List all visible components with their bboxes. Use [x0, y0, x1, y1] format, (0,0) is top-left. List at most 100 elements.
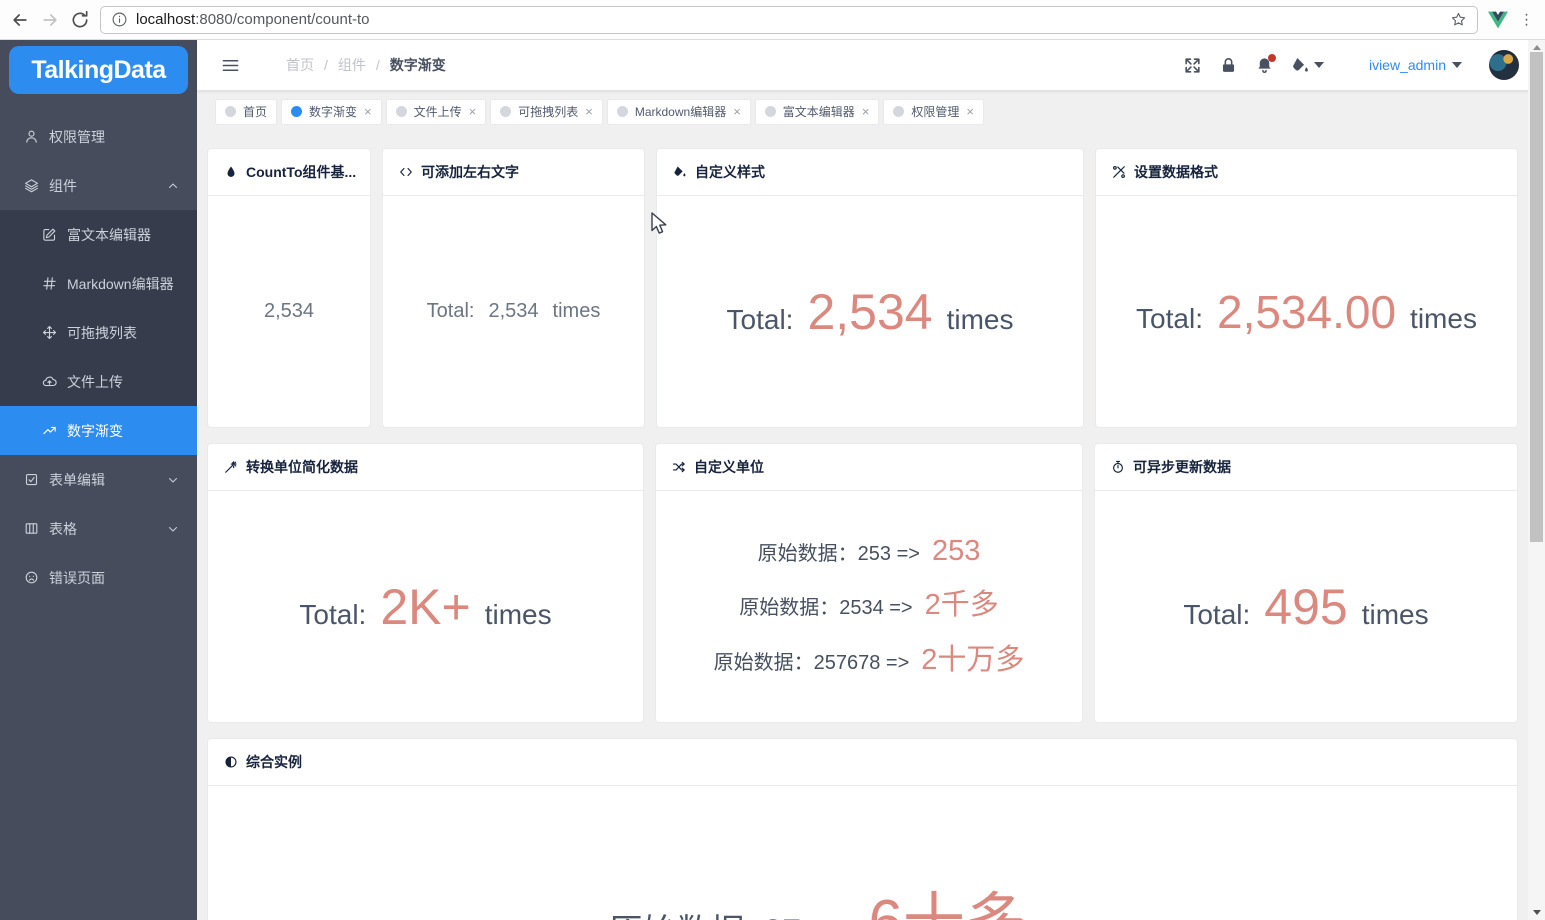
- tag-dot: [616, 106, 628, 117]
- tag-close-icon[interactable]: ×: [862, 105, 870, 118]
- sidebar-item-permission[interactable]: 权限管理: [0, 112, 197, 161]
- lock-icon[interactable]: [1219, 56, 1238, 75]
- refresh-icon[interactable]: [70, 10, 90, 30]
- compose-icon: [43, 228, 56, 241]
- count-prefix: Total:: [1136, 302, 1203, 334]
- hamburger-icon[interactable]: [221, 56, 240, 75]
- card-data-format: 设置数据格式 Total: 2,534.00 times: [1095, 148, 1518, 428]
- browser-chrome: localhost:8080/component/count-to: [0, 0, 1545, 40]
- sidebar-item-markdown-editor[interactable]: Markdown编辑器: [0, 259, 197, 308]
- browser-menu-icon[interactable]: [1518, 11, 1535, 28]
- tag-draggable-list[interactable]: 可拖拽列表 ×: [490, 98, 603, 125]
- tag-close-icon[interactable]: ×: [585, 105, 593, 118]
- sidebar-item-rich-text-editor[interactable]: 富文本编辑器: [0, 210, 197, 259]
- tag-rich-text-editor[interactable]: 富文本编辑器 ×: [754, 98, 880, 125]
- unit-demo-line: 原始数据：253 => 253: [758, 535, 981, 568]
- tag-count-to[interactable]: 数字渐变 ×: [281, 98, 382, 125]
- tag-close-icon[interactable]: ×: [364, 105, 372, 118]
- card-title: 可异步更新数据: [1133, 459, 1231, 475]
- tag-close-icon[interactable]: ×: [469, 105, 477, 118]
- code-icon: [400, 167, 412, 177]
- sidebar-item-error-pages[interactable]: 错误页面: [0, 553, 197, 602]
- card-header: CountTo组件基...: [208, 149, 370, 196]
- converted-value: 2十万多: [921, 644, 1025, 676]
- tag-close-icon[interactable]: ×: [966, 105, 974, 118]
- theme-switcher[interactable]: [1291, 56, 1324, 75]
- talkingdata-logo[interactable]: TalkingData: [9, 46, 188, 94]
- tag-label: 富文本编辑器: [782, 105, 855, 119]
- breadcrumb: 首页 / 组件 / 数字渐变: [286, 55, 446, 75]
- paint-bucket-icon: [1293, 57, 1308, 72]
- sidebar-item-label: 表单编辑: [49, 471, 105, 488]
- fullscreen-icon[interactable]: [1183, 56, 1202, 75]
- card-body: Total: 2,534 times: [657, 196, 1083, 427]
- count-value: 2,534: [807, 283, 933, 340]
- card-left-right-text: 可添加左右文字 Total: 2,534 times: [382, 148, 645, 428]
- breadcrumb-home[interactable]: 首页: [286, 55, 314, 75]
- breadcrumb-components[interactable]: 组件: [338, 55, 366, 75]
- unit-demo-line: 原始数据：2534 => 2千多: [739, 581, 999, 623]
- card-header: 综合实例: [208, 739, 1517, 786]
- count-value: 2,534.00: [1216, 285, 1397, 338]
- top-header: 首页 / 组件 / 数字渐变 iview_admin: [197, 40, 1545, 90]
- user-menu[interactable]: iview_admin: [1369, 57, 1462, 73]
- sidebar-item-file-upload[interactable]: 文件上传: [0, 357, 197, 406]
- notifications[interactable]: [1255, 53, 1276, 75]
- header-actions: iview_admin: [1183, 50, 1519, 80]
- bookmark-star-icon[interactable]: [1450, 11, 1467, 28]
- count-value: 2K+: [380, 578, 471, 635]
- tag-home[interactable]: 首页: [215, 98, 278, 125]
- back-icon[interactable]: [10, 10, 30, 30]
- unit-demo-line: 原始数据：257678 => 2十万多: [714, 636, 1025, 678]
- person-icon: [26, 130, 37, 143]
- sidebar-item-draggable-list[interactable]: 可拖拽列表: [0, 308, 197, 357]
- card-header: 可异步更新数据: [1095, 444, 1517, 491]
- caret-down-icon: [1313, 62, 1324, 68]
- card-title: 自定义样式: [695, 164, 765, 180]
- info-icon[interactable]: [111, 11, 128, 28]
- tag-markdown-editor[interactable]: Markdown编辑器 ×: [606, 98, 751, 125]
- scrollbar-thumb[interactable]: [1530, 52, 1543, 542]
- url-text[interactable]: localhost:8080/component/count-to: [136, 11, 370, 29]
- trending-up-icon: [43, 426, 56, 435]
- paint-bucket-icon: [674, 166, 686, 177]
- address-bar[interactable]: localhost:8080/component/count-to: [100, 5, 1478, 34]
- card-count-to-basic: CountTo组件基... 2,534: [207, 148, 371, 428]
- page-content: CountTo组件基... 2,534 可添加左右文字 Total: 2,534…: [197, 133, 1545, 920]
- tag-file-upload[interactable]: 文件上传 ×: [385, 98, 487, 125]
- tag-label: 可拖拽列表: [518, 105, 579, 119]
- sidebar-item-label: 权限管理: [49, 128, 105, 145]
- tag-dot: [395, 106, 407, 117]
- sidebar-item-count-to[interactable]: 数字渐变: [0, 406, 197, 455]
- scroll-down-arrow[interactable]: [1528, 905, 1545, 920]
- tag-close-icon[interactable]: ×: [733, 105, 741, 118]
- tag-permission[interactable]: 权限管理 ×: [883, 98, 985, 125]
- avatar[interactable]: [1489, 50, 1519, 80]
- sidebar-item-components[interactable]: 组件: [0, 161, 197, 210]
- caret-down-icon: [1452, 62, 1462, 68]
- card-custom-style: 自定义样式 Total: 2,534 times: [656, 148, 1084, 428]
- cloud-upload-icon: [42, 376, 57, 387]
- vue-devtools-icon[interactable]: [1488, 11, 1508, 29]
- sidebar-item-label: 表格: [49, 520, 77, 537]
- tag-label: 首页: [243, 105, 268, 119]
- tag-label: 文件上传: [413, 105, 462, 119]
- card-body: Total: 495 times: [1095, 491, 1517, 722]
- contrast-icon: [225, 756, 237, 768]
- sidebar-item-table[interactable]: 表格: [0, 504, 197, 553]
- sidebar-item-label: 可拖拽列表: [67, 324, 137, 341]
- url-path: :8080/component/count-to: [195, 10, 370, 28]
- tag-dot: [500, 106, 512, 117]
- sidebar-item-label: 富文本编辑器: [67, 226, 151, 243]
- forward-icon[interactable]: [40, 10, 60, 30]
- tag-label: 数字渐变: [309, 105, 358, 119]
- sidebar-item-label: 文件上传: [67, 373, 123, 390]
- card-body: 原始数据: 27 => 6十多 times: [208, 786, 1517, 920]
- count-suffix: times: [946, 303, 1014, 335]
- sidebar-item-label: 组件: [49, 177, 77, 194]
- page-scrollbar[interactable]: [1528, 40, 1545, 920]
- username: iview_admin: [1368, 57, 1446, 73]
- card-combined-example: 综合实例 原始数据: 27 => 6十多 times: [207, 738, 1518, 920]
- layers-icon: [25, 179, 38, 193]
- sidebar-item-form-editor[interactable]: 表单编辑: [0, 455, 197, 504]
